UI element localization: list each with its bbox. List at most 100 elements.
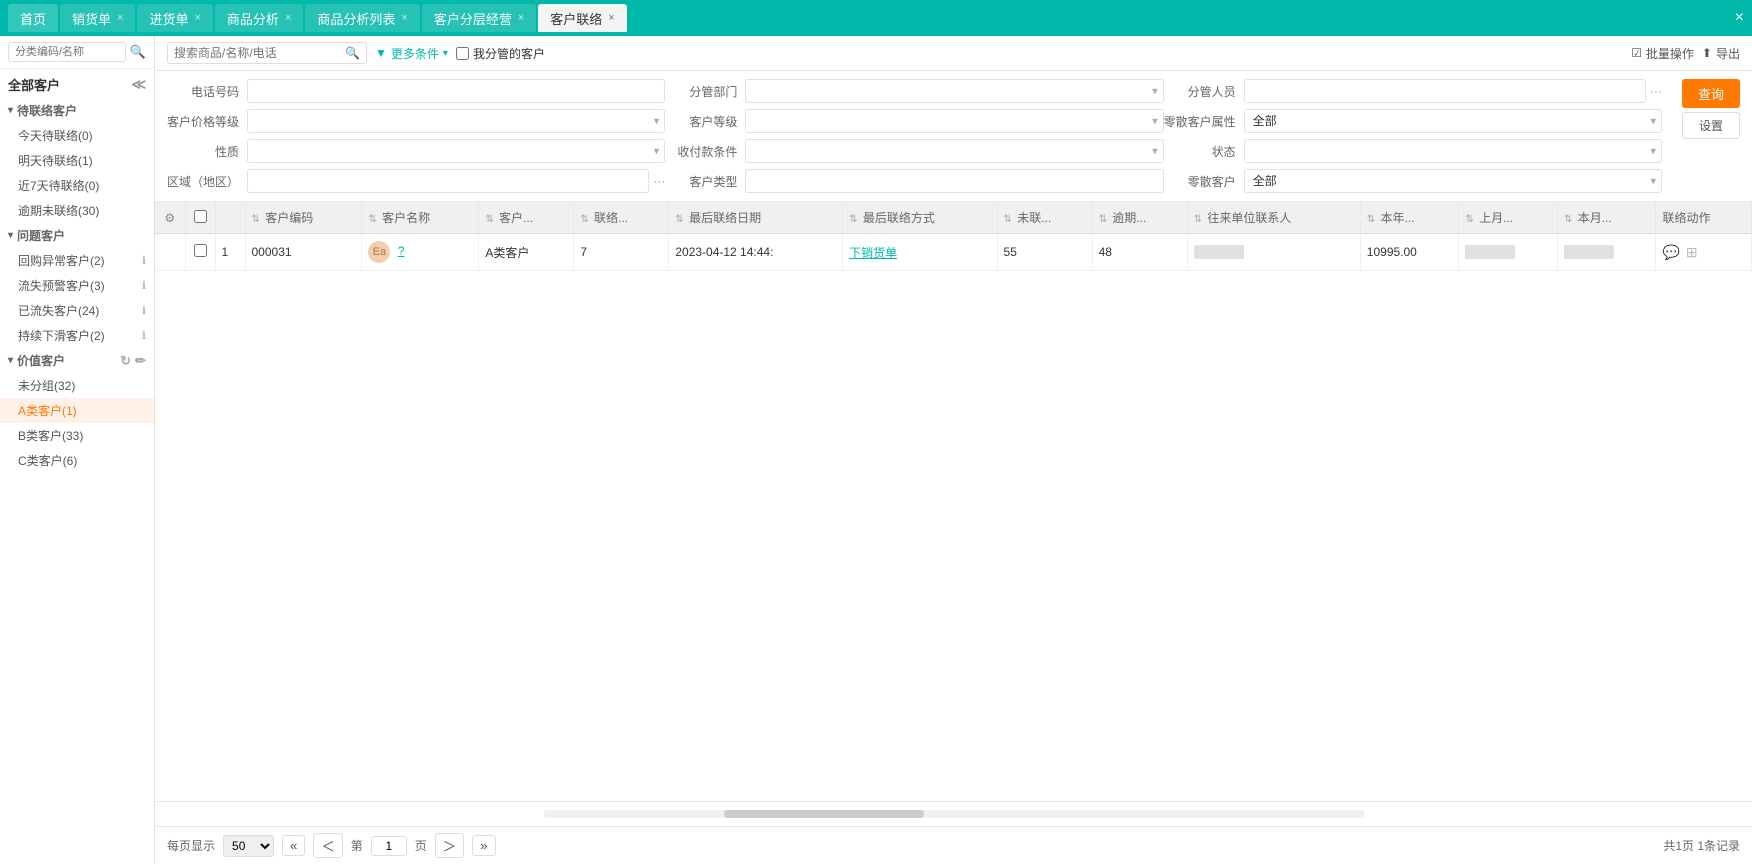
chat-icon[interactable]: 💬 [1662, 244, 1679, 261]
nav-tab-customer-segment[interactable]: 客户分层经营 × [422, 4, 536, 32]
nav-tab-sales[interactable]: 销货单 × [60, 4, 135, 32]
horizontal-scrollbar-thumb[interactable] [724, 810, 924, 818]
nav-tab-analysis-close[interactable]: × [285, 12, 291, 24]
sidebar-item-declining[interactable]: 持续下滑客户(2) ℹ [0, 323, 154, 348]
qr-icon[interactable]: ⊞ [1686, 244, 1698, 261]
col-grade-sort-icon[interactable]: ⇅ [485, 214, 493, 225]
export-btn[interactable]: ⬆ 导出 [1702, 45, 1740, 62]
col-this-year-sort-icon[interactable]: ⇅ [1367, 214, 1375, 225]
search-button[interactable]: 查询 [1682, 79, 1740, 108]
nature-select[interactable] [247, 139, 665, 163]
select-all-checkbox[interactable] [194, 210, 207, 223]
sidebar-item-churned[interactable]: 已流失客户(24) ℹ [0, 298, 154, 323]
col-last-date-sort-icon[interactable]: ⇅ [675, 214, 683, 225]
sidebar-item-a-class-label: A类客户(1) [18, 402, 77, 419]
col-last-date: ⇅ 最后联络日期 [669, 202, 843, 234]
retail-customer-select[interactable]: 全部 [1244, 169, 1662, 193]
nav-tab-analysis-list-close[interactable]: × [401, 12, 407, 24]
close-all-tabs-icon[interactable]: × [1735, 9, 1744, 27]
last-method-link[interactable]: 下销货单 [849, 246, 897, 260]
prev-page-btn[interactable]: ＜ [313, 833, 342, 858]
sidebar-item-repurchase[interactable]: 回购异常客户(2) ℹ [0, 248, 154, 273]
customer-grade-select[interactable] [745, 109, 1163, 133]
price-grade-select[interactable] [247, 109, 665, 133]
value-group-refresh-icon[interactable]: ↻ [120, 353, 131, 369]
sidebar-item-overdue[interactable]: 逾期未联络(30) [0, 198, 154, 223]
person-input[interactable] [1244, 79, 1646, 103]
sidebar-collapse-btn[interactable]: ≪ [131, 76, 146, 93]
sidebar-group-value[interactable]: ▾ 价值客户 ↻ ✏ [0, 348, 154, 373]
sidebar-item-repurchase-label: 回购异常客户(2) [18, 252, 105, 269]
nav-tab-analysis[interactable]: 商品分析 × [215, 4, 303, 32]
filter-search-input[interactable] [174, 46, 341, 60]
horizontal-scrollbar-track[interactable] [544, 810, 1364, 818]
gear-icon[interactable]: ⚙ [164, 211, 175, 225]
value-triangle-icon: ▾ [8, 355, 13, 366]
col-last-month-sort-icon[interactable]: ⇅ [1465, 214, 1473, 225]
sidebar-group-problem[interactable]: ▾ 问题客户 [0, 223, 154, 248]
status-select[interactable] [1244, 139, 1662, 163]
sidebar: 🔍 全部客户 ≪ ▾ 待联络客户 今天待联络(0) 明天待联络(1) 近7天待联… [0, 36, 155, 864]
batch-op-btn[interactable]: ☑ 批量操作 [1631, 45, 1694, 62]
sidebar-item-c-class[interactable]: C类客户(6) [0, 448, 154, 473]
nav-tab-home[interactable]: 首页 [8, 4, 58, 32]
per-page-select[interactable]: 50 100 [223, 835, 274, 857]
nav-tab-customer-segment-close[interactable]: × [518, 12, 524, 24]
my-customers-checkbox-label[interactable]: 我分管的客户 [456, 45, 545, 62]
last-month-placeholder [1465, 245, 1515, 259]
export-icon: ⬆ [1702, 46, 1712, 60]
pending-group-label: 待联络客户 [17, 102, 77, 119]
person-dots-icon[interactable]: ··· [1650, 84, 1662, 98]
customer-name-text[interactable]: ? [398, 244, 405, 258]
row-name: Ea ? [362, 234, 479, 271]
nav-tab-purchase-close[interactable]: × [194, 12, 200, 24]
page-input[interactable] [371, 836, 407, 856]
dept-label: 分管部门 [665, 83, 745, 100]
col-code-sort-icon[interactable]: ⇅ [252, 214, 260, 225]
next-page-btn[interactable]: ＞ [435, 833, 464, 858]
sidebar-item-declining-label: 持续下滑客户(2) [18, 327, 105, 344]
last-page-btn[interactable]: » [472, 835, 495, 856]
customer-type-input[interactable] [745, 169, 1163, 193]
status-label: 状态 [1164, 143, 1244, 160]
region-input[interactable] [247, 169, 649, 193]
retail-attr-select[interactable]: 全部 [1244, 109, 1662, 133]
col-uncontacted-sort-icon[interactable]: ⇅ [1004, 214, 1012, 225]
sidebar-item-churn-warn[interactable]: 流失预警客户(3) ℹ [0, 273, 154, 298]
col-this-month-sort-icon[interactable]: ⇅ [1564, 214, 1572, 225]
sidebar-group-pending[interactable]: ▾ 待联络客户 [0, 98, 154, 123]
col-contact-sort-icon[interactable]: ⇅ [580, 214, 588, 225]
sidebar-item-a-class[interactable]: A类客户(1) [0, 398, 154, 423]
sidebar-item-ungroup[interactable]: 未分组(32) [0, 373, 154, 398]
filter-row-2: 客户价格等级 客户等级 [167, 109, 1662, 133]
phone-input[interactable] [247, 79, 665, 103]
filter-more-conditions[interactable]: ▼ 更多条件 ▾ [375, 45, 448, 62]
nav-tab-analysis-list[interactable]: 商品分析列表 × [305, 4, 419, 32]
sidebar-item-7days[interactable]: 近7天待联络(0) [0, 173, 154, 198]
dept-select[interactable] [745, 79, 1163, 103]
page-end-label: 页 [415, 837, 427, 854]
col-overdue-sort-icon[interactable]: ⇅ [1099, 214, 1107, 225]
nav-tab-customer-contact[interactable]: 客户联络 × [538, 4, 626, 32]
my-customers-checkbox[interactable] [456, 47, 469, 60]
nav-tab-sales-close[interactable]: × [117, 12, 123, 24]
col-contact-person-sort-icon[interactable]: ⇅ [1194, 214, 1202, 225]
repurchase-info-icon: ℹ [142, 254, 146, 267]
filter-rows: 电话号码 分管部门 分管人员 [155, 71, 1752, 202]
sidebar-item-today[interactable]: 今天待联络(0) [0, 123, 154, 148]
nav-tab-purchase[interactable]: 进货单 × [137, 4, 212, 32]
filter-search-icon[interactable]: 🔍 [345, 46, 360, 60]
row-checkbox[interactable] [194, 244, 207, 257]
nav-tab-customer-contact-close[interactable]: × [608, 12, 614, 24]
region-dots-icon[interactable]: ··· [653, 174, 665, 188]
col-last-method-sort-icon[interactable]: ⇅ [849, 214, 857, 225]
col-name-sort-icon[interactable]: ⇅ [368, 214, 376, 225]
payment-select[interactable] [745, 139, 1163, 163]
value-group-edit-icon[interactable]: ✏ [135, 353, 146, 369]
sidebar-item-b-class[interactable]: B类客户(33) [0, 423, 154, 448]
first-page-btn[interactable]: « [282, 835, 305, 856]
sidebar-search-input[interactable] [8, 42, 126, 62]
settings-button[interactable]: 设置 [1682, 112, 1740, 139]
sidebar-search-icon[interactable]: 🔍 [130, 44, 146, 60]
sidebar-item-tomorrow[interactable]: 明天待联络(1) [0, 148, 154, 173]
